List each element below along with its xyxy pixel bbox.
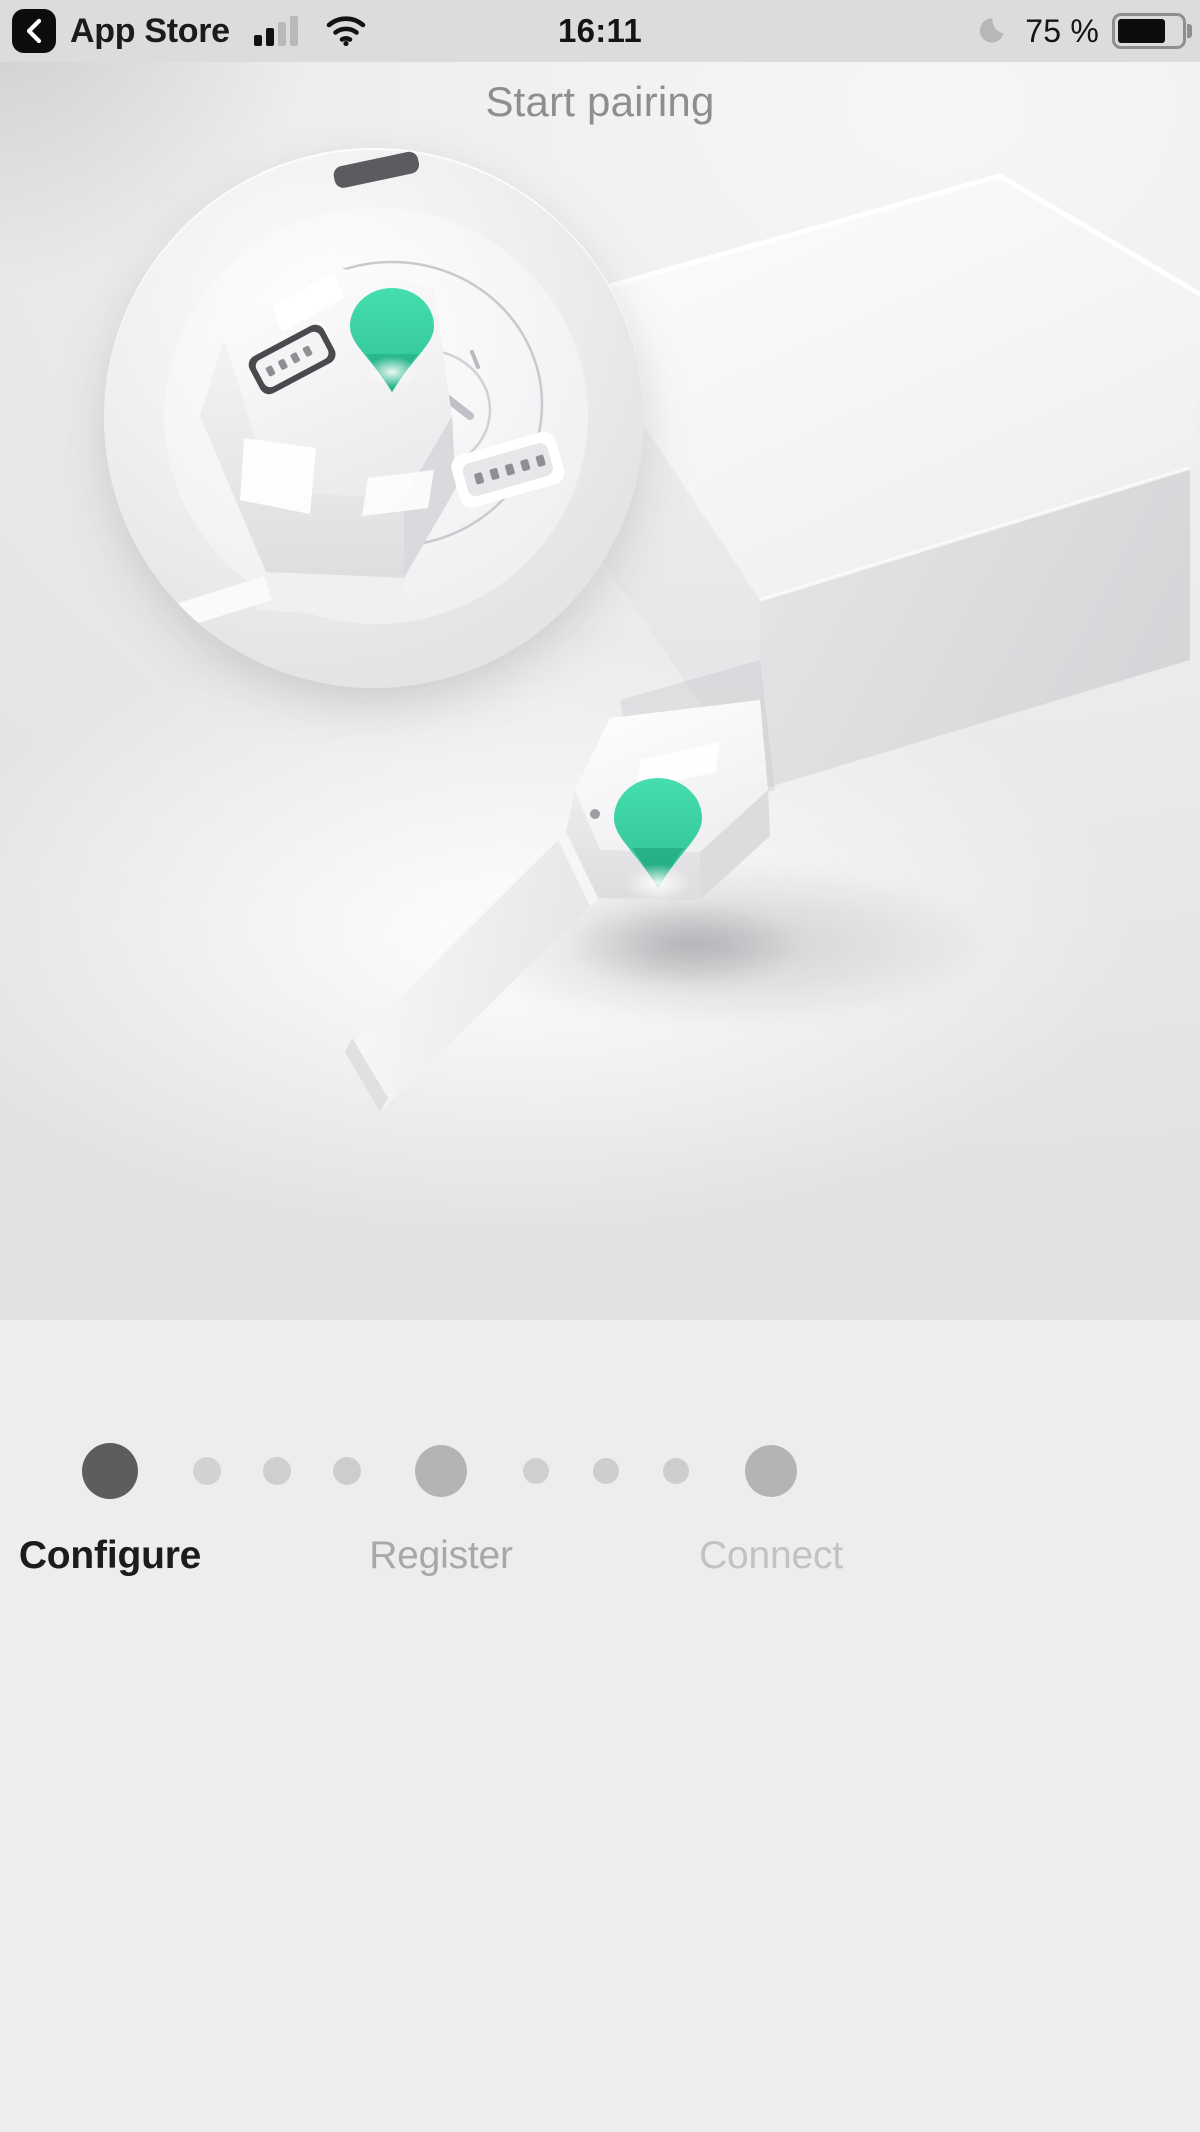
chevron-left-icon[interactable] [12, 9, 56, 53]
battery-icon [1112, 13, 1192, 49]
status-bar-left: App Store [0, 9, 366, 53]
step-label-connect[interactable]: Connect [699, 1534, 843, 1578]
step-dot-small-4[interactable] [523, 1458, 549, 1484]
battery-percent-label: 75 % [1025, 12, 1099, 49]
step-dot-small-3[interactable] [333, 1457, 361, 1485]
step-dot-connect[interactable] [745, 1445, 797, 1497]
battery-cap [1187, 24, 1192, 38]
step-dot-register[interactable] [415, 1445, 467, 1497]
hub-device-illustration [345, 173, 1200, 1112]
step-dots [0, 1436, 1200, 1506]
pin-glow-main [610, 856, 706, 910]
green-teardrop-pin-icon-inset [348, 288, 436, 394]
battery-fill [1118, 19, 1165, 43]
step-dot-small-6[interactable] [663, 1458, 689, 1484]
wifi-icon [326, 16, 366, 46]
step-label-configure[interactable]: Configure [19, 1534, 202, 1578]
status-bar: App Store 16:11 75 % [0, 0, 1200, 62]
step-dot-small-2[interactable] [263, 1457, 291, 1485]
moon-crescent-icon [978, 12, 1012, 51]
cellular-signal-icon [253, 16, 298, 46]
phone-screen: Start pairing App Store 16:11 75 % Confi… [0, 0, 1200, 2132]
magnified-connector-detail [144, 151, 588, 638]
status-bar-right: 75 % [978, 0, 1192, 62]
pin-glow-inset [354, 350, 430, 394]
step-labels: Configure Register Connect [0, 1534, 1200, 1594]
onboarding-stepper: Configure Register Connect [0, 1384, 1200, 1684]
step-dot-small-5[interactable] [593, 1458, 619, 1484]
page-title: Start pairing [485, 78, 715, 125]
step-dot-configure[interactable] [82, 1443, 138, 1499]
returning-app-name[interactable]: App Store [70, 12, 230, 51]
clock-time: 16:11 [557, 12, 643, 49]
step-dot-small-1[interactable] [193, 1457, 221, 1485]
green-teardrop-pin-icon-main [610, 778, 706, 910]
pairing-illustration: Start pairing [0, 0, 1200, 1320]
magnifier-inset [104, 148, 644, 688]
step-label-register[interactable]: Register [369, 1534, 513, 1578]
